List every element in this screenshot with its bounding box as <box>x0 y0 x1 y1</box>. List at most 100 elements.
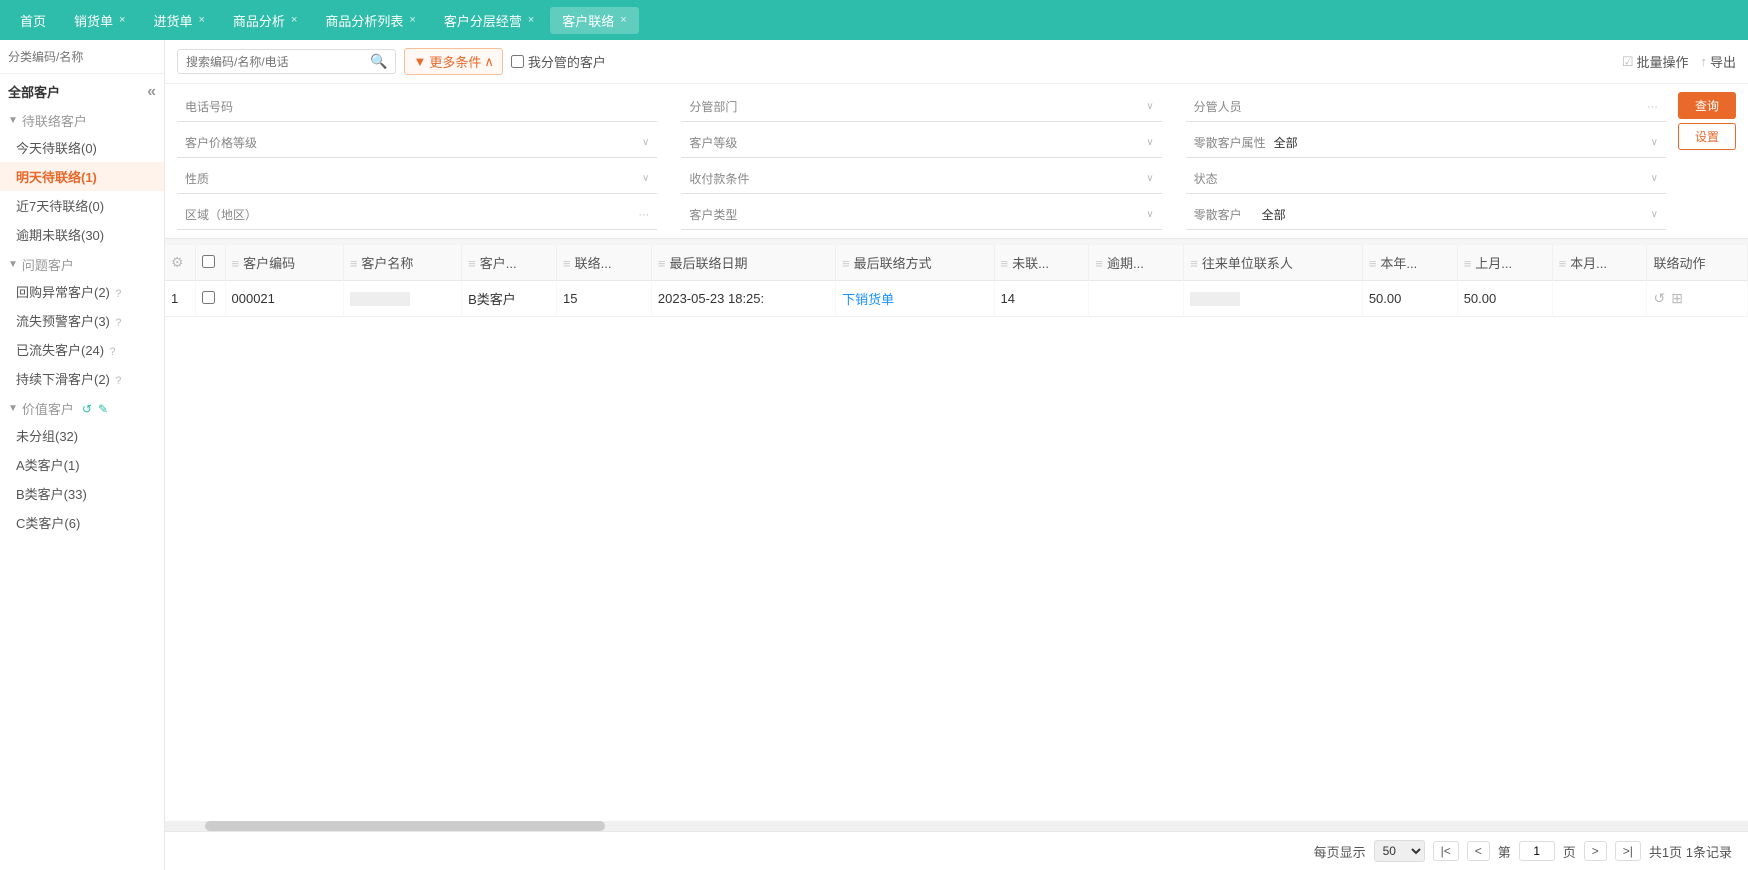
collapse-icon[interactable]: « <box>147 83 156 101</box>
chevron-down-icon: ∨ <box>1146 173 1153 184</box>
table-row: 1 000021 B类客户 <box>165 281 1748 317</box>
filter-customer-level[interactable]: 客户等级 ∨ <box>681 128 1161 158</box>
col-checkbox <box>195 245 225 281</box>
filter-retail-customer[interactable]: 零散客户 全部 ∨ <box>1186 200 1666 230</box>
nav-sales-order[interactable]: 销货单 × <box>62 7 137 34</box>
sidebar-item-repurchase-abnormal[interactable]: 回购异常客户(2) ? <box>0 277 164 306</box>
nav-customer-tiering[interactable]: 客户分层经营 × <box>432 7 546 34</box>
filter-row-2: 客户价格等级 ∨ 客户等级 ∨ 零散客户属性 <box>177 128 1666 158</box>
next-page-button[interactable]: > <box>1584 841 1607 861</box>
scroll-thumb[interactable] <box>205 821 605 831</box>
last-contact-link[interactable]: 下销货单 <box>842 292 894 307</box>
filter-action-buttons: 查询 设置 <box>1678 92 1736 150</box>
filter-row-1: 电话号码 分管部门 ∨ 分管人员 ··· <box>177 92 1666 122</box>
sidebar-item-7days-pending[interactable]: 近7天待联络(0) <box>0 191 164 220</box>
nav-product-analysis[interactable]: 商品分析 × <box>221 7 309 34</box>
more-icon[interactable]: ··· <box>1647 101 1658 113</box>
filter-phone[interactable]: 电话号码 <box>177 92 657 122</box>
filter-manager[interactable]: 分管人员 ··· <box>1186 92 1666 122</box>
col-last-contact-date: ≡最后联络日期 <box>651 245 835 281</box>
page-number-input[interactable] <box>1519 841 1555 861</box>
total-label: 共1页 1条记录 <box>1649 842 1732 861</box>
sidebar-item-overdue-pending[interactable]: 逾期未联络(30) <box>0 220 164 249</box>
cell-customer-name <box>343 281 461 317</box>
cell-last-contact-date: 2023-05-23 18:25: <box>651 281 835 317</box>
cell-customer-type: B类客户 <box>462 281 557 317</box>
col-gear: ⚙ <box>165 245 195 281</box>
filter-nature[interactable]: 性质 ∨ <box>177 164 657 194</box>
main-layout: 🔍 全部客户 « ▼ 待联络客户 今天待联络(0) 明天待联络(1) 近7天待联… <box>0 40 1748 870</box>
search-input[interactable] <box>186 55 366 69</box>
sidebar-group-pending: ▼ 待联络客户 <box>0 105 164 133</box>
close-icon[interactable]: × <box>291 14 297 26</box>
cell-customer-code: 000021 <box>225 281 343 317</box>
close-icon[interactable]: × <box>198 14 204 26</box>
chevron-down-icon: ▼ <box>8 259 18 270</box>
filter-payment-terms[interactable]: 收付款条件 ∨ <box>681 164 1161 194</box>
chevron-down-icon: ∨ <box>1651 173 1658 184</box>
sidebar-item-churned[interactable]: 已流失客户(24) ? <box>0 335 164 364</box>
cell-checkbox <box>195 281 225 317</box>
close-icon[interactable]: × <box>528 14 534 26</box>
filter-customer-type[interactable]: 客户类型 ∨ <box>681 200 1161 230</box>
search-icon[interactable]: 🔍 <box>370 53 387 70</box>
cell-seq: 1 <box>165 281 195 317</box>
prev-page-button[interactable]: < <box>1467 841 1490 861</box>
first-page-button[interactable]: |< <box>1433 841 1459 861</box>
gear-icon[interactable]: ⚙ <box>171 254 184 270</box>
nav-home[interactable]: 首页 <box>8 7 58 34</box>
sidebar-item-class-c[interactable]: C类客户(6) <box>0 508 164 537</box>
grid-action-icon[interactable]: ⊞ <box>1671 290 1683 307</box>
nav-purchase-order[interactable]: 进货单 × <box>141 7 216 34</box>
export-button[interactable]: ↑ 导出 <box>1700 52 1736 71</box>
sidebar-item-today-pending[interactable]: 今天待联络(0) <box>0 133 164 162</box>
batch-action-button[interactable]: ☑ 批量操作 <box>1622 52 1689 71</box>
chevron-down-icon: ▼ <box>8 115 18 126</box>
close-icon[interactable]: × <box>119 14 125 26</box>
filter-price-level[interactable]: 客户价格等级 ∨ <box>177 128 657 158</box>
sidebar-item-ungrouped[interactable]: 未分组(32) <box>0 421 164 450</box>
last-page-button[interactable]: >| <box>1615 841 1641 861</box>
my-customer-checkbox-wrap[interactable]: 我分管的客户 <box>511 52 606 71</box>
sidebar-item-class-a[interactable]: A类客户(1) <box>0 450 164 479</box>
select-all-checkbox[interactable] <box>202 255 215 268</box>
more-filter-button[interactable]: ▼ 更多条件 ∧ <box>404 48 502 75</box>
settings-button[interactable]: 设置 <box>1678 123 1736 150</box>
table-header-row: ⚙ ≡客户编码 ≡客户名称 ≡客户... <box>165 245 1748 281</box>
close-icon[interactable]: × <box>409 14 415 26</box>
my-customer-checkbox[interactable] <box>511 55 524 68</box>
edit-icon[interactable]: ✎ <box>98 402 108 416</box>
sidebar-item-class-b[interactable]: B类客户(33) <box>0 479 164 508</box>
filter-icon: ▼ <box>413 54 426 69</box>
row-checkbox[interactable] <box>202 291 215 304</box>
filter-status[interactable]: 状态 ∨ <box>1186 164 1666 194</box>
filter-dept[interactable]: 分管部门 ∨ <box>681 92 1161 122</box>
chevron-down-icon: ∨ <box>1651 209 1658 220</box>
query-button[interactable]: 查询 <box>1678 92 1736 119</box>
sidebar-item-declining[interactable]: 持续下滑客户(2) ? <box>0 364 164 393</box>
col-unit-contact: ≡往来单位联系人 <box>1184 245 1363 281</box>
filter-panel: 电话号码 分管部门 ∨ 分管人员 ··· <box>165 84 1748 239</box>
filter-row-4: 区域（地区） ··· 客户类型 ∨ 零散客户 <box>177 200 1666 230</box>
horizontal-scrollbar[interactable] <box>165 821 1748 831</box>
col-this-year: ≡本年... <box>1362 245 1457 281</box>
filter-region[interactable]: 区域（地区） ··· <box>177 200 657 230</box>
cell-contact-count: 15 <box>557 281 652 317</box>
sidebar-item-churn-warning[interactable]: 流失预警客户(3) ? <box>0 306 164 335</box>
cell-this-month <box>1552 281 1647 317</box>
refresh-icon[interactable]: ↺ <box>82 402 92 416</box>
close-icon[interactable]: × <box>620 14 626 26</box>
nav-product-analysis-list[interactable]: 商品分析列表 × <box>313 7 427 34</box>
col-contact-count: ≡联络... <box>557 245 652 281</box>
nav-customer-contact[interactable]: 客户联络 × <box>550 7 638 34</box>
filter-retail-attr[interactable]: 零散客户属性 全部 ∨ <box>1186 128 1666 158</box>
col-overdue: ≡逾期... <box>1089 245 1184 281</box>
sidebar-search-input[interactable] <box>8 50 163 64</box>
chevron-up-icon: ∧ <box>484 54 494 70</box>
page-suffix: 页 <box>1563 842 1576 861</box>
col-actions: 联络动作 <box>1647 245 1748 281</box>
more-icon[interactable]: ··· <box>638 209 649 221</box>
sidebar-item-tomorrow-pending[interactable]: 明天待联络(1) <box>0 162 164 191</box>
contact-action-icon[interactable]: ↺ <box>1653 290 1665 307</box>
per-page-select[interactable]: 50 100 200 <box>1374 840 1425 862</box>
